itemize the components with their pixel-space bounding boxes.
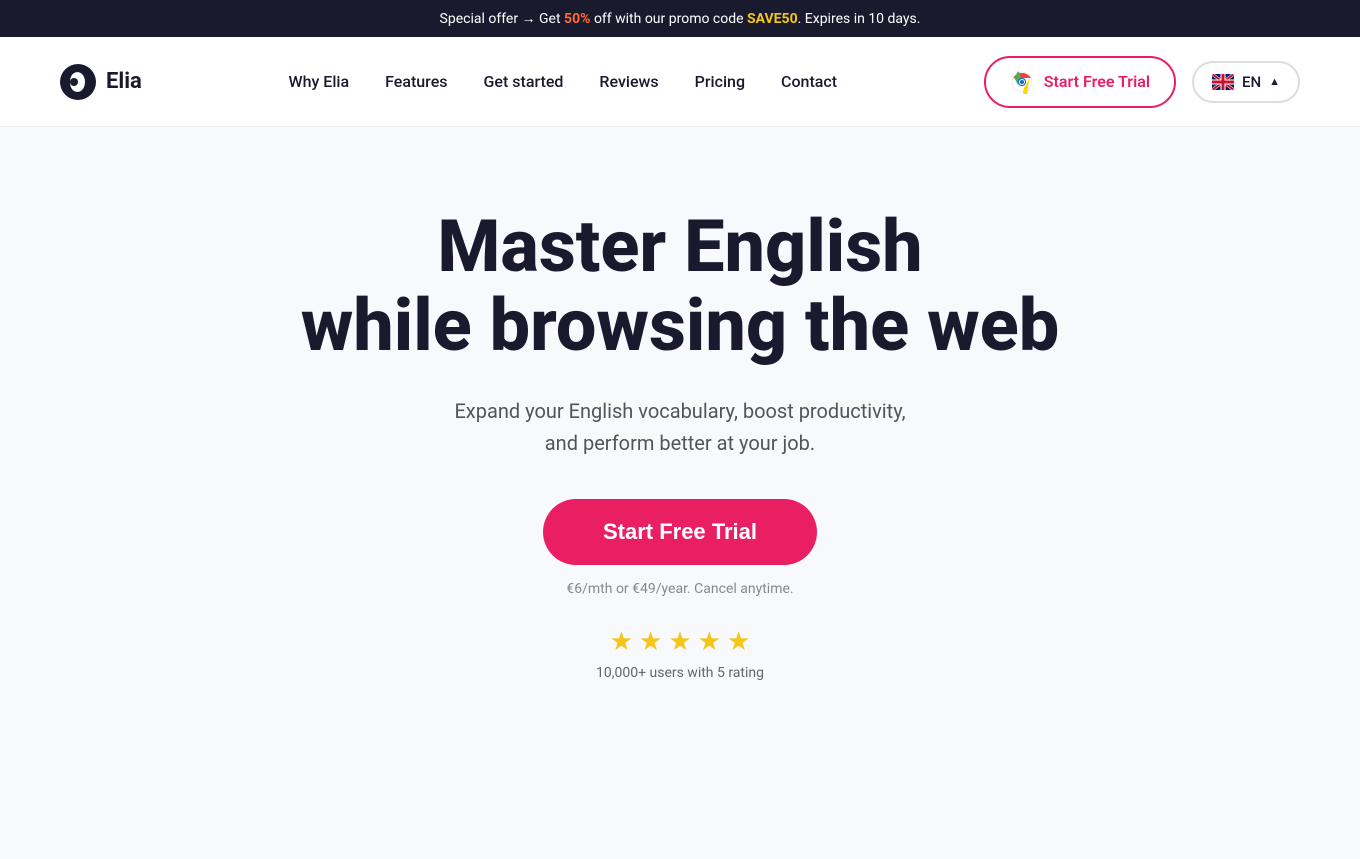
nav-right: Start Free Trial EN ▲ [984, 56, 1300, 108]
hero-title: Master English while browsing the web [301, 207, 1059, 365]
hero-title-line2: while browsing the web [301, 283, 1059, 368]
nav-why-elia[interactable]: Why Elia [289, 72, 350, 91]
rating-text: 10,000+ users with 5 rating [596, 665, 764, 681]
language-selector[interactable]: EN ▲ [1192, 61, 1300, 103]
star-5: ★ [727, 627, 750, 657]
pricing-note: €6/mth or €49/year. Cancel anytime. [566, 581, 793, 597]
logo-text: Elia [106, 69, 142, 94]
logo[interactable]: Elia [60, 64, 142, 100]
nav-features[interactable]: Features [385, 72, 447, 91]
nav-contact[interactable]: Contact [781, 72, 837, 91]
banner-suffix: . Expires in 10 days. [798, 11, 921, 27]
logo-icon [60, 64, 96, 100]
nav-pricing[interactable]: Pricing [695, 72, 745, 91]
hero-title-line1: Master English [437, 204, 922, 289]
chrome-icon [1010, 70, 1034, 94]
banner-percent: 50% [564, 11, 590, 27]
nav-trial-label: Start Free Trial [1044, 72, 1150, 91]
promo-banner: Special offer → Get 50% off with our pro… [0, 0, 1360, 37]
nav-links: Why Elia Features Get started Reviews Pr… [289, 72, 838, 91]
hero-section: Master English while browsing the web Ex… [0, 127, 1360, 741]
star-3: ★ [668, 627, 691, 657]
banner-mid: off with our promo code [590, 11, 747, 27]
banner-promo-code: SAVE50 [747, 11, 798, 27]
hero-subtitle: Expand your English vocabulary, boost pr… [454, 395, 905, 459]
hero-subtitle-line1: Expand your English vocabulary, boost pr… [454, 399, 905, 423]
hero-subtitle-line2: and perform better at your job. [545, 431, 815, 455]
banner-prefix: Special offer → Get [440, 11, 565, 27]
nav-start-trial-button[interactable]: Start Free Trial [984, 56, 1176, 108]
language-label: EN [1242, 73, 1261, 91]
chevron-down-icon: ▲ [1269, 75, 1280, 88]
stars-container: ★ ★ ★ ★ ★ 10,000+ users with 5 rating [596, 627, 764, 681]
star-4: ★ [698, 627, 721, 657]
star-rating: ★ ★ ★ ★ ★ [610, 627, 751, 657]
nav-get-started[interactable]: Get started [484, 72, 564, 91]
uk-flag-icon [1212, 74, 1234, 90]
hero-start-trial-button[interactable]: Start Free Trial [543, 499, 817, 565]
navbar: Elia Why Elia Features Get started Revie… [0, 37, 1360, 127]
star-1: ★ [610, 627, 633, 657]
star-2: ★ [639, 627, 662, 657]
nav-reviews[interactable]: Reviews [599, 72, 658, 91]
